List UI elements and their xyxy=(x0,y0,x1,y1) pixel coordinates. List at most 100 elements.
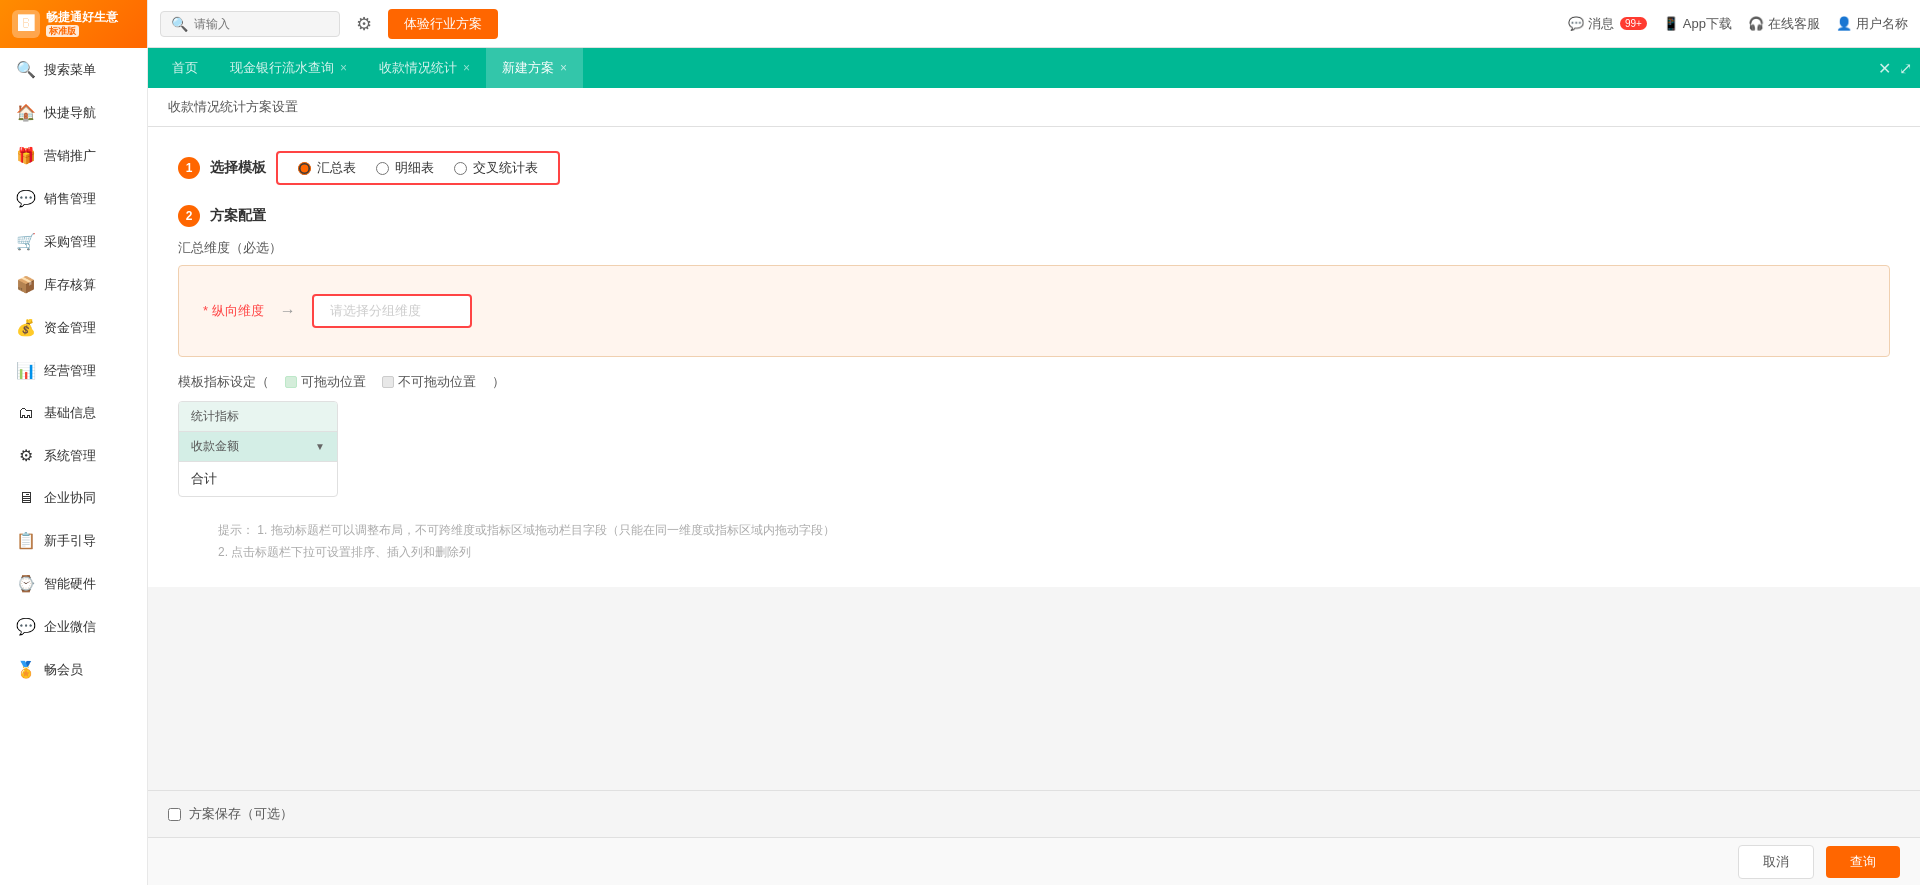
sidebar-item-purchase[interactable]: 🛒 采购管理 xyxy=(0,220,147,263)
sidebar-item-finance[interactable]: 💰 资金管理 xyxy=(0,306,147,349)
sidebar-item-label: 采购管理 xyxy=(44,233,96,251)
gift-icon: 🎁 xyxy=(16,146,36,165)
template-option-summary[interactable]: 汇总表 xyxy=(298,159,356,177)
sidebar-item-label: 企业微信 xyxy=(44,618,96,636)
wechat-icon: 💬 xyxy=(16,617,36,636)
template-selection-box: 汇总表 明细表 交叉统计表 xyxy=(276,151,560,185)
folder-icon: 🗂 xyxy=(16,404,36,422)
tab-close-all-icon[interactable]: ✕ xyxy=(1878,59,1891,78)
sidebar-item-sales[interactable]: 💬 销售管理 xyxy=(0,177,147,220)
tab-new-plan[interactable]: 新建方案 × xyxy=(486,48,583,88)
save-checkbox[interactable] xyxy=(168,808,181,821)
section1-label: 选择模板 xyxy=(210,159,266,177)
sidebar-item-label: 搜索菜单 xyxy=(44,61,96,79)
tab-bar: 首页 现金银行流水查询 × 收款情况统计 × 新建方案 × ✕ ⤢ xyxy=(148,48,1920,88)
guide-icon: 📋 xyxy=(16,531,36,550)
tab-collection-stats-label: 收款情况统计 xyxy=(379,59,457,77)
topbar-right: 💬 消息 99+ 📱 App下载 🎧 在线客服 👤 用户名称 xyxy=(1568,15,1908,33)
tab-collection-stats-close[interactable]: × xyxy=(463,61,470,75)
dimension-title-row: 汇总维度（必选） xyxy=(178,239,1890,257)
tip-1: 提示： 1. 拖动标题栏可以调整布局，不可跨维度或指标区域拖动栏目字段（只能在同… xyxy=(178,520,1890,542)
chevron-down-icon[interactable]: ▼ xyxy=(315,441,325,452)
sidebar-logo: 🅱 畅捷通好生意 标准版 xyxy=(0,0,147,48)
save-checkbox-label[interactable]: 方案保存（可选） xyxy=(189,805,293,823)
sidebar-item-member[interactable]: 🏅 畅会员 xyxy=(0,648,147,691)
tab-actions: ✕ ⤢ xyxy=(1878,59,1912,78)
tips-section: 提示： 1. 拖动标题栏可以调整布局，不可跨维度或指标区域拖动栏目字段（只能在同… xyxy=(178,520,1890,563)
search-input[interactable] xyxy=(194,17,314,31)
message-icon: 💬 xyxy=(1568,16,1584,31)
tab-collection-stats[interactable]: 收款情况统计 × xyxy=(363,48,486,88)
medal-icon: 🏅 xyxy=(16,660,36,679)
sidebar-item-basic-info[interactable]: 🗂 基础信息 xyxy=(0,392,147,434)
watch-icon: ⌚ xyxy=(16,574,36,593)
messages-btn[interactable]: 💬 消息 99+ xyxy=(1568,15,1647,33)
template-radio-detail[interactable] xyxy=(376,162,389,175)
industry-btn[interactable]: 体验行业方案 xyxy=(388,9,498,39)
movable-dot xyxy=(285,376,297,388)
tab-home[interactable]: 首页 xyxy=(156,48,214,88)
download-icon: 📱 xyxy=(1663,16,1679,31)
sidebar-item-search[interactable]: 🔍 搜索菜单 xyxy=(0,48,147,91)
sidebar-item-label: 企业协同 xyxy=(44,489,96,507)
monitor-icon: 🖥 xyxy=(16,489,36,507)
metrics-close-paren: ） xyxy=(492,373,505,391)
movable-label: 可拖动位置 xyxy=(301,373,366,391)
download-btn[interactable]: 📱 App下载 xyxy=(1663,15,1732,33)
vertical-dim-label: * 纵向维度 xyxy=(203,302,264,320)
template-radio-summary[interactable] xyxy=(298,162,311,175)
metrics-section: 模板指标设定（ 可拖动位置 不可拖动位置 ） 统计指标 xyxy=(178,373,1890,500)
sidebar-item-smart-hw[interactable]: ⌚ 智能硬件 xyxy=(0,562,147,605)
fixed-indicator: 不可拖动位置 xyxy=(382,373,476,391)
tab-cash-bank[interactable]: 现金银行流水查询 × xyxy=(214,48,363,88)
search-box[interactable]: 🔍 xyxy=(160,11,340,37)
section2-label: 方案配置 xyxy=(210,207,266,225)
messages-badge: 99+ xyxy=(1620,17,1647,30)
template-label-summary[interactable]: 汇总表 xyxy=(317,159,356,177)
tab-new-plan-close[interactable]: × xyxy=(560,61,567,75)
cart-icon: 🛒 xyxy=(16,232,36,251)
sidebar-item-marketing[interactable]: 🎁 营销推广 xyxy=(0,134,147,177)
fixed-dot xyxy=(382,376,394,388)
content-area: 收款情况统计方案设置 1 选择模板 汇总表 明细表 xyxy=(148,88,1920,885)
sidebar-item-system[interactable]: ⚙ 系统管理 xyxy=(0,434,147,477)
metrics-col1-label: 收款金额 xyxy=(191,438,239,455)
support-btn[interactable]: 🎧 在线客服 xyxy=(1748,15,1820,33)
chart-icon: 📊 xyxy=(16,361,36,380)
sidebar-item-label: 销售管理 xyxy=(44,190,96,208)
sidebar-item-label: 系统管理 xyxy=(44,447,96,465)
money-icon: 💰 xyxy=(16,318,36,337)
vertical-dim-select[interactable]: 请选择分组维度 xyxy=(312,294,472,328)
metrics-header-label: 统计指标 xyxy=(191,408,239,425)
download-label: App下载 xyxy=(1683,15,1732,33)
sidebar-item-enterprise[interactable]: 🖥 企业协同 xyxy=(0,477,147,519)
sidebar-item-inventory[interactable]: 📦 库存核算 xyxy=(0,263,147,306)
tab-cash-bank-close[interactable]: × xyxy=(340,61,347,75)
user-avatar[interactable]: 👤 用户名称 xyxy=(1836,15,1908,33)
section1-num: 1 xyxy=(178,157,200,179)
sidebar-item-label: 营销推广 xyxy=(44,147,96,165)
sidebar-item-newbie[interactable]: 📋 新手引导 xyxy=(0,519,147,562)
home-icon: 🏠 xyxy=(16,103,36,122)
settings-icon[interactable]: ⚙ xyxy=(352,9,376,39)
tip-2: 2. 点击标题栏下拉可设置排序、插入列和删除列 xyxy=(178,542,1890,564)
sidebar-item-quick-nav[interactable]: 🏠 快捷导航 xyxy=(0,91,147,134)
sidebar-item-operations[interactable]: 📊 经营管理 xyxy=(0,349,147,392)
template-label-cross[interactable]: 交叉统计表 xyxy=(473,159,538,177)
tab-cash-bank-label: 现金银行流水查询 xyxy=(230,59,334,77)
sidebar-item-weixin[interactable]: 💬 企业微信 xyxy=(0,605,147,648)
template-radio-cross[interactable] xyxy=(454,162,467,175)
metrics-grid-header: 统计指标 xyxy=(179,402,337,432)
metrics-header-row: 模板指标设定（ 可拖动位置 不可拖动位置 ） xyxy=(178,373,1890,391)
dimension-area: * 纵向维度 → 请选择分组维度 xyxy=(178,265,1890,357)
section2-header: 2 方案配置 xyxy=(178,205,1890,227)
logo-icon: 🅱 xyxy=(12,10,40,38)
cancel-button[interactable]: 取消 xyxy=(1738,845,1814,879)
tab-expand-icon[interactable]: ⤢ xyxy=(1899,59,1912,78)
query-button[interactable]: 查询 xyxy=(1826,846,1900,878)
template-label-detail[interactable]: 明细表 xyxy=(395,159,434,177)
template-option-cross[interactable]: 交叉统计表 xyxy=(454,159,538,177)
metrics-col1-header[interactable]: 收款金额 ▼ xyxy=(179,432,337,462)
dimension-title-text: 汇总维度（必选） xyxy=(178,240,282,255)
template-option-detail[interactable]: 明细表 xyxy=(376,159,434,177)
